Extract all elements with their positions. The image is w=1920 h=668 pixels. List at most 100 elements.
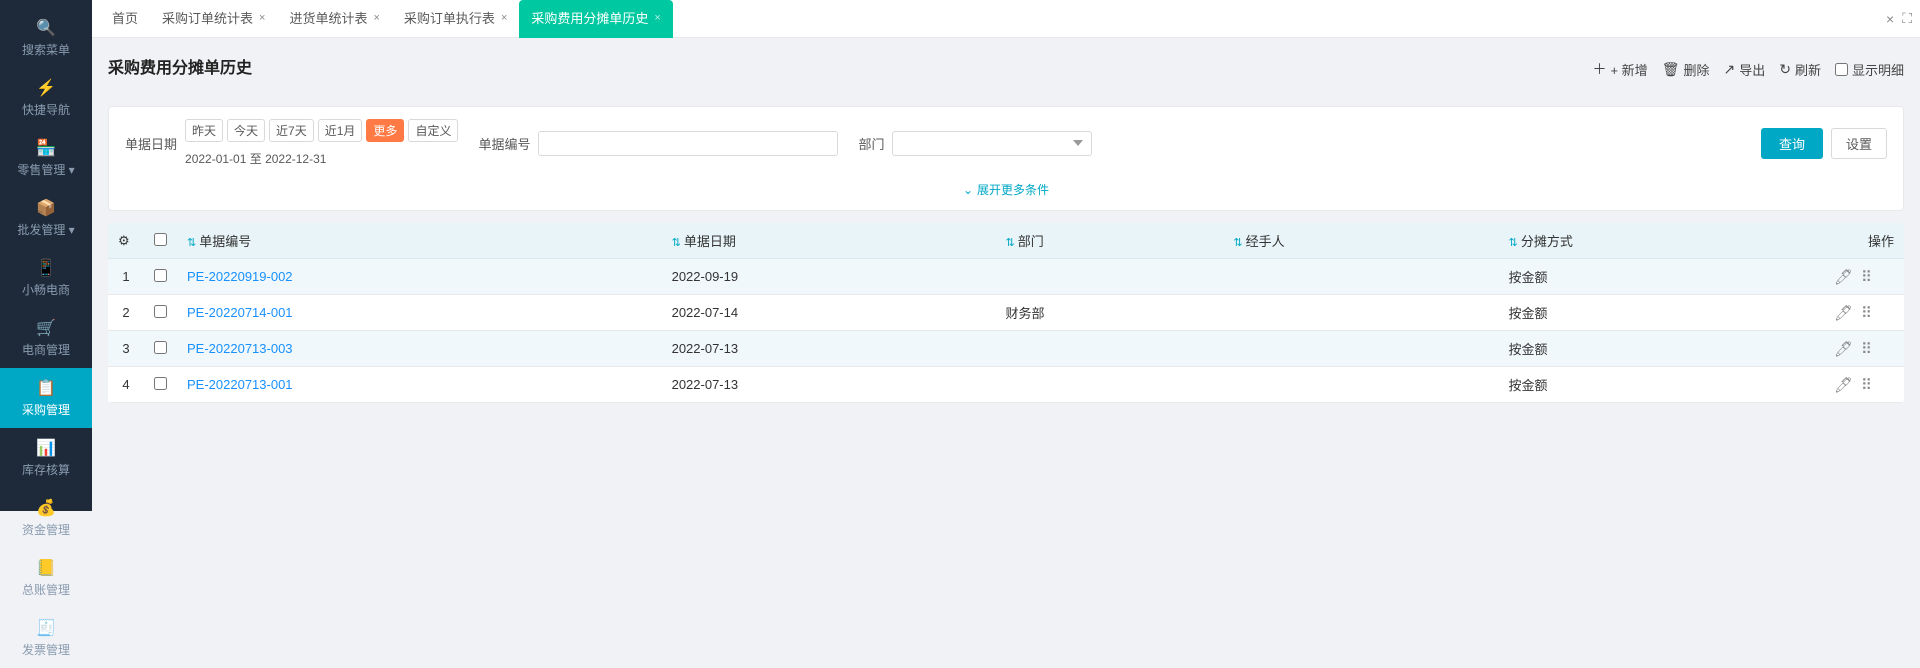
sidebar-item-ecom[interactable]: 🛒 电商管理 bbox=[0, 308, 92, 368]
today-btn[interactable]: 今天 bbox=[227, 119, 265, 142]
custom-date-btn[interactable]: 自定义 bbox=[408, 119, 458, 142]
sidebar-item-retail[interactable]: 🏪 零售管理 ▾ bbox=[0, 128, 92, 188]
row-checkbox[interactable] bbox=[154, 269, 167, 282]
date-field: 单据日期 昨天 今天 近7天 近1月 更多 自定义 2022-01-01 至 2… bbox=[125, 119, 458, 167]
sidebar-item-stock[interactable]: 📊 库存核算 bbox=[0, 428, 92, 488]
tab-home[interactable]: 首页 bbox=[100, 0, 150, 38]
more-icon[interactable]: ⠿ bbox=[1861, 376, 1872, 394]
gear-icon[interactable]: ⚙ bbox=[118, 233, 130, 248]
sidebar-label-ledger: 总账管理 bbox=[22, 581, 70, 598]
edit-icon[interactable]: 🖊 bbox=[1834, 340, 1853, 358]
sidebar-item-finance[interactable]: 💰 资金管理 bbox=[0, 488, 92, 548]
row-split-method: 按金额 bbox=[1499, 331, 1824, 367]
delete-button[interactable]: 🗑 删除 bbox=[1662, 60, 1710, 79]
show-cols-checkbox[interactable]: 显示明细 bbox=[1835, 60, 1904, 79]
edit-icon[interactable]: 🖊 bbox=[1834, 304, 1853, 322]
yesterday-btn[interactable]: 昨天 bbox=[185, 119, 223, 142]
more-date-btn[interactable]: 更多 bbox=[366, 119, 404, 142]
expand-icon: ⌄ bbox=[963, 183, 973, 197]
row-order-no: PE-20220919-002 bbox=[177, 259, 662, 295]
th-order-date[interactable]: 单据日期 bbox=[662, 223, 996, 259]
add-label: + 新增 bbox=[1610, 60, 1647, 79]
tab-controls: × ⛶ bbox=[1886, 10, 1912, 27]
sidebar-item-invoice[interactable]: 🧾 发票管理 bbox=[0, 608, 92, 668]
search-icon: 🔍 bbox=[36, 18, 56, 38]
export-icon: ↗ bbox=[1723, 61, 1735, 78]
order-no-link[interactable]: PE-20220919-002 bbox=[187, 269, 293, 284]
query-button[interactable]: 查询 bbox=[1761, 128, 1823, 159]
sidebar-item-mini[interactable]: 📱 小畅电商 bbox=[0, 248, 92, 308]
tab-goods-stat[interactable]: 进货单统计表× bbox=[277, 0, 391, 38]
sidebar-item-ledger[interactable]: 📒 总账管理 bbox=[0, 548, 92, 608]
page-content: 采购费用分摊单历史 ＋ + 新增 🗑 删除 ↗ 导出 ↻ 刷新 bbox=[92, 38, 1920, 511]
dept-label: 部门 bbox=[858, 134, 884, 153]
ledger-icon: 📒 bbox=[36, 558, 56, 578]
row-checkbox[interactable] bbox=[154, 377, 167, 390]
maximize-window-button[interactable]: ⛶ bbox=[1902, 10, 1912, 27]
row-checkbox[interactable] bbox=[154, 341, 167, 354]
row-split-method: 按金额 bbox=[1499, 367, 1824, 403]
row-order-no: PE-20220713-003 bbox=[177, 331, 662, 367]
sidebar-item-shortcut[interactable]: ⚡ 快捷导航 bbox=[0, 68, 92, 128]
purchase-icon: 📋 bbox=[36, 378, 56, 398]
sidebar-label-mini: 小畅电商 bbox=[22, 281, 70, 298]
select-all-checkbox[interactable] bbox=[154, 233, 167, 246]
refresh-label: 刷新 bbox=[1795, 60, 1821, 79]
more-icon[interactable]: ⠿ bbox=[1861, 340, 1872, 358]
export-button[interactable]: ↗ 导出 bbox=[1723, 60, 1765, 79]
order-no-label: 单据编号 bbox=[478, 134, 530, 153]
tab-close-purchase-order-stat[interactable]: × bbox=[259, 12, 265, 24]
th-handler[interactable]: 经手人 bbox=[1223, 223, 1498, 259]
row-split-method: 按金额 bbox=[1499, 295, 1824, 331]
order-no-field: 单据编号 bbox=[478, 131, 838, 156]
search-row: 单据日期 昨天 今天 近7天 近1月 更多 自定义 2022-01-01 至 2… bbox=[125, 119, 1887, 167]
show-cols-input[interactable] bbox=[1835, 63, 1848, 76]
last7days-btn[interactable]: 近7天 bbox=[269, 119, 314, 142]
settings-button[interactable]: 设置 bbox=[1831, 128, 1887, 159]
more-icon[interactable]: ⠿ bbox=[1861, 268, 1872, 286]
close-window-button[interactable]: × bbox=[1886, 11, 1894, 27]
row-actions: 🖊 ⠿ bbox=[1824, 367, 1904, 403]
wholesale-icon: 📦 bbox=[36, 198, 56, 218]
order-no-link[interactable]: PE-20220713-001 bbox=[187, 377, 293, 392]
data-table: ⚙ 单据编号 单据日期 部门 经手人 分摊方式 操作 1 PE-2022 bbox=[108, 223, 1904, 403]
tab-purchase-order-stat[interactable]: 采购订单统计表× bbox=[150, 0, 277, 38]
tab-close-purchase-exec[interactable]: × bbox=[501, 12, 507, 24]
order-no-input[interactable] bbox=[538, 131, 838, 156]
mini-icon: 📱 bbox=[36, 258, 56, 278]
retail-icon: 🏪 bbox=[36, 138, 56, 158]
add-button[interactable]: ＋ + 新增 bbox=[1592, 59, 1647, 79]
row-dept: 财务部 bbox=[996, 295, 1224, 331]
last1month-btn[interactable]: 近1月 bbox=[318, 119, 363, 142]
order-no-link[interactable]: PE-20220713-003 bbox=[187, 341, 293, 356]
tab-purchase-exec[interactable]: 采购订单执行表 × bbox=[392, 0, 519, 38]
sidebar-item-wholesale[interactable]: 📦 批发管理 ▾ bbox=[0, 188, 92, 248]
tab-bar: 首页采购订单统计表×进货单统计表×采购订单执行表×采购费用分摊单历史× × ⛶ bbox=[92, 0, 1920, 38]
row-actions: 🖊 ⠿ bbox=[1824, 331, 1904, 367]
row-num: 1 bbox=[108, 259, 144, 295]
sidebar-item-search[interactable]: 🔍 搜索菜单 bbox=[0, 8, 92, 68]
more-icon[interactable]: ⠿ bbox=[1861, 304, 1872, 322]
row-order-no: PE-20220713-001 bbox=[177, 367, 662, 403]
order-no-link[interactable]: PE-20220714-001 bbox=[187, 305, 293, 320]
refresh-button[interactable]: ↻ 刷新 bbox=[1779, 60, 1821, 79]
row-checkbox[interactable] bbox=[154, 305, 167, 318]
expand-conditions-btn[interactable]: ⌄ 展开更多条件 bbox=[963, 181, 1049, 198]
dept-select[interactable]: 财务部 bbox=[892, 131, 1092, 156]
search-bar: 单据日期 昨天 今天 近7天 近1月 更多 自定义 2022-01-01 至 2… bbox=[108, 106, 1904, 211]
th-dept[interactable]: 部门 bbox=[996, 223, 1224, 259]
sidebar-item-purchase[interactable]: 📋 采购管理 bbox=[0, 368, 92, 428]
th-split-method[interactable]: 分摊方式 bbox=[1499, 223, 1824, 259]
sidebar-label-invoice: 发票管理 bbox=[22, 641, 70, 658]
tab-purchase-cost[interactable]: 采购费用分摊单历史× bbox=[519, 0, 672, 38]
table-row: 4 PE-20220713-001 2022-07-13 按金额 🖊 ⠿ bbox=[108, 367, 1904, 403]
date-range-display: 2022-01-01 至 2022-12-31 bbox=[185, 150, 458, 167]
th-order-no[interactable]: 单据编号 bbox=[177, 223, 662, 259]
tab-close-purchase-cost[interactable]: × bbox=[654, 12, 660, 24]
edit-icon[interactable]: 🖊 bbox=[1834, 268, 1853, 286]
th-check bbox=[144, 223, 177, 259]
tab-label-purchase-exec: 采购订单执行表 bbox=[404, 8, 495, 27]
tab-close-goods-stat[interactable]: × bbox=[373, 12, 379, 24]
delete-icon: 🗑 bbox=[1662, 61, 1680, 78]
edit-icon[interactable]: 🖊 bbox=[1834, 376, 1853, 394]
